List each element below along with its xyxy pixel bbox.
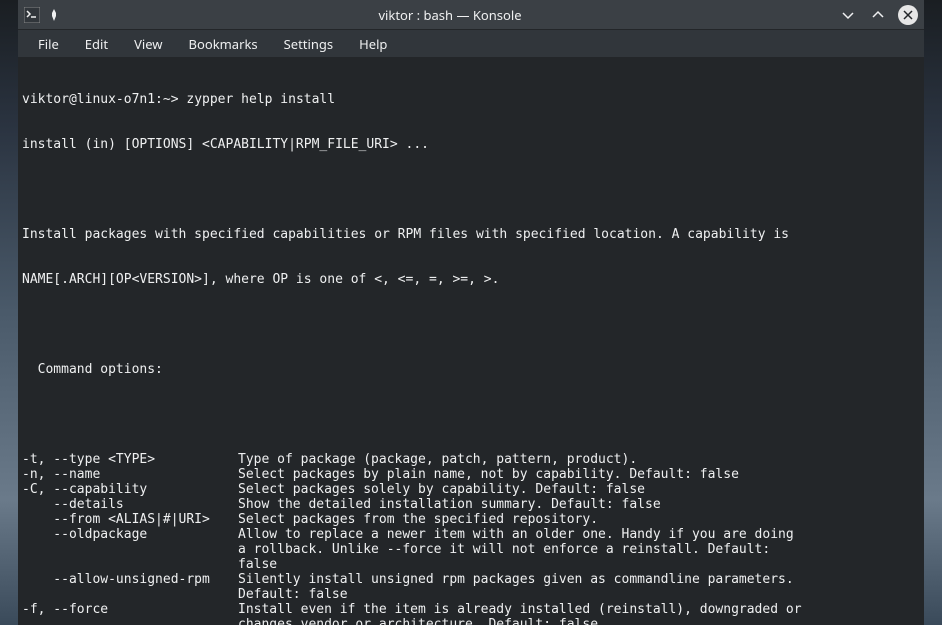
option-row: --allow-unsigned-rpmSilently install uns… (22, 572, 920, 587)
titlebar-left (24, 7, 62, 23)
menu-settings[interactable]: Settings (272, 31, 345, 57)
option-description-cont: false (22, 557, 920, 572)
menu-help[interactable]: Help (347, 31, 399, 57)
option-row: -t, --type <TYPE>Type of package (packag… (22, 452, 920, 467)
konsole-window: viktor : bash — Konsole File Edit View B… (18, 0, 924, 625)
command-text: zypper help install (179, 92, 336, 107)
option-row: -f, --forceInstall even if the item is a… (22, 602, 920, 617)
option-description-cont: Default: false (22, 587, 920, 602)
usage-line: install (in) [OPTIONS] <CAPABILITY|RPM_F… (22, 137, 920, 152)
blank-line (22, 317, 920, 332)
maximize-button[interactable] (868, 5, 888, 25)
option-flag: --allow-unsigned-rpm (22, 572, 238, 587)
description-line-2: NAME[.ARCH][OP<VERSION>], where OP is on… (22, 272, 920, 287)
option-description: Select packages by plain name, not by ca… (238, 467, 920, 482)
option-description: Show the detailed installation summary. … (238, 497, 920, 512)
option-flag: -C, --capability (22, 482, 238, 497)
blank-line (22, 182, 920, 197)
terminal-icon (24, 7, 40, 23)
prompt-line: viktor@linux-o7n1:~> zypper help install (22, 92, 920, 107)
option-flag: -f, --force (22, 602, 238, 617)
pin-icon[interactable] (46, 7, 62, 23)
titlebar[interactable]: viktor : bash — Konsole (18, 0, 924, 30)
option-description: Type of package (package, patch, pattern… (238, 452, 920, 467)
blank-line (22, 407, 920, 422)
titlebar-controls (838, 5, 918, 25)
menubar: File Edit View Bookmarks Settings Help (18, 30, 924, 58)
option-flag: --from <ALIAS|#|URI> (22, 512, 238, 527)
option-flag: -n, --name (22, 467, 238, 482)
option-description: Install even if the item is already inst… (238, 602, 920, 617)
option-flag: --oldpackage (22, 527, 238, 542)
options-list: -t, --type <TYPE>Type of package (packag… (22, 452, 920, 625)
option-row: -C, --capabilitySelect packages solely b… (22, 482, 920, 497)
menu-edit[interactable]: Edit (73, 31, 120, 57)
minimize-button[interactable] (838, 5, 858, 25)
window-title: viktor : bash — Konsole (62, 6, 838, 24)
option-flag: -t, --type <TYPE> (22, 452, 238, 467)
prompt: viktor@linux-o7n1:~> (22, 92, 179, 107)
option-description-cont: changes vendor or architecture. Default:… (22, 617, 920, 625)
close-button[interactable] (898, 5, 918, 25)
menu-view[interactable]: View (122, 31, 174, 57)
option-description: Allow to replace a newer item with an ol… (238, 527, 920, 542)
description-line-1: Install packages with specified capabili… (22, 227, 920, 242)
option-row: --from <ALIAS|#|URI>Select packages from… (22, 512, 920, 527)
option-flag: --details (22, 497, 238, 512)
option-description: Select packages from the specified repos… (238, 512, 920, 527)
option-row: --detailsShow the detailed installation … (22, 497, 920, 512)
terminal-area[interactable]: viktor@linux-o7n1:~> zypper help install… (18, 58, 924, 625)
menu-file[interactable]: File (26, 31, 71, 57)
option-description: Silently install unsigned rpm packages g… (238, 572, 920, 587)
section-header: Command options: (22, 362, 920, 377)
menu-bookmarks[interactable]: Bookmarks (177, 31, 270, 57)
option-row: --oldpackageAllow to replace a newer ite… (22, 527, 920, 542)
option-description-cont: a rollback. Unlike --force it will not e… (22, 542, 920, 557)
option-row: -n, --nameSelect packages by plain name,… (22, 467, 920, 482)
option-description: Select packages solely by capability. De… (238, 482, 920, 497)
